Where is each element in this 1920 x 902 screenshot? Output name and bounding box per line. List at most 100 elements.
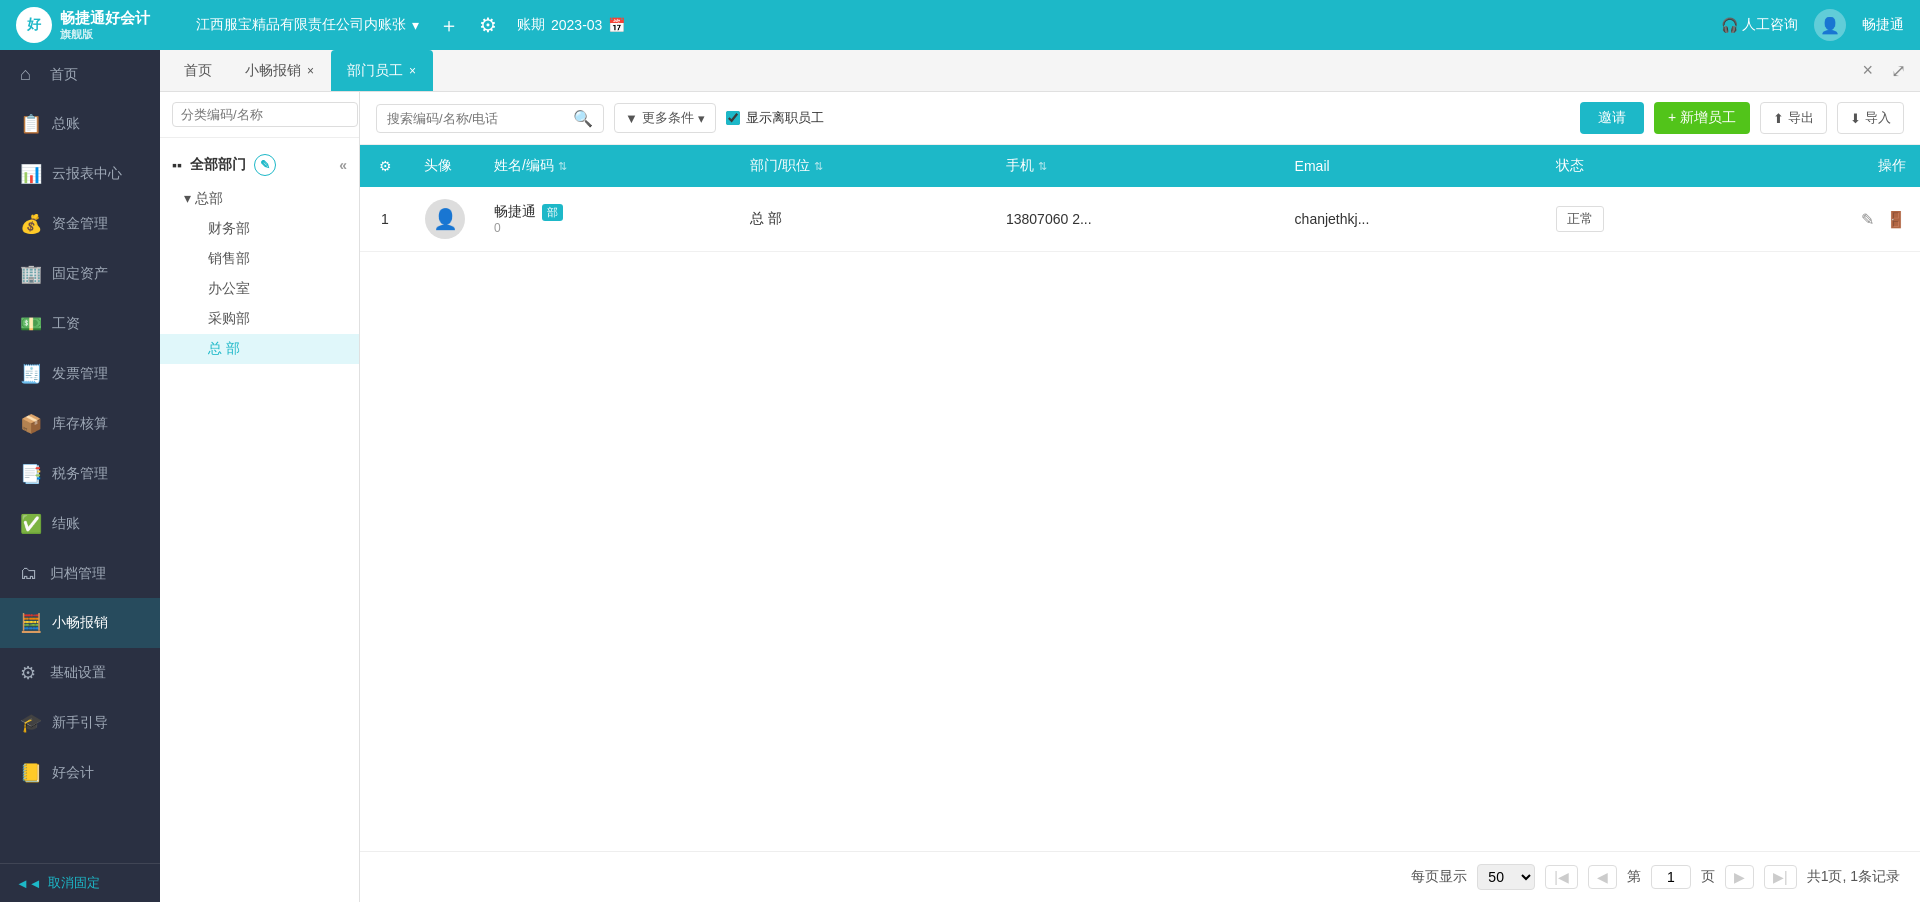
cancel-fixed-button[interactable]: ◄◄ 取消固定 [0,863,160,902]
sidebar-label-asset: 固定资产 [52,265,108,283]
row-phone-cell: 13807060 2... [992,187,1281,252]
tab-expand-window[interactable]: ⤢ [1885,60,1912,82]
sidebar-item-invoice[interactable]: 🧾 发票管理 [0,349,160,399]
company-selector[interactable]: 江西服宝精品有限责任公司内账张 ▾ [196,16,419,34]
add-employee-button[interactable]: + 新增员工 [1654,102,1750,134]
dept-child-purchase[interactable]: 采购部 [160,304,359,334]
edit-dept-icon[interactable]: ✎ [254,154,276,176]
user-name: 畅捷通 [1862,16,1904,34]
tab-home-label: 首页 [184,62,212,80]
tab-dept-label: 部门员工 [347,62,403,80]
sidebar-item-asset[interactable]: 🏢 固定资产 [0,249,160,299]
period-label: 账期 [517,16,545,34]
row-index: 1 [360,187,410,252]
prev-page-button[interactable]: ◀ [1588,865,1617,889]
dept-purchase-label: 采购部 [208,310,250,326]
first-page-button[interactable]: |◀ [1545,865,1578,889]
row-email-cell: chanjethkj... [1281,187,1542,252]
sidebar-label-settings: 基础设置 [50,664,106,682]
page-content: 🔍 ▪▪ 全部部门 ✎ « ▾ 总部 财务部 [160,92,1920,902]
col-dept[interactable]: 部门/职位 ⇅ [736,145,992,187]
sidebar-item-inventory[interactable]: 📦 库存核算 [0,399,160,449]
sidebar-item-fund[interactable]: 💰 资金管理 [0,199,160,249]
sidebar-item-salary[interactable]: 💵 工资 [0,299,160,349]
tab-dept[interactable]: 部门员工 × [331,50,433,91]
dept-child-office[interactable]: 办公室 [160,274,359,304]
sidebar-item-checkout[interactable]: ✅ 结账 [0,499,160,549]
user-avatar[interactable]: 👤 [1814,9,1846,41]
sidebar-item-archive[interactable]: 🗂 归档管理 [0,549,160,598]
status-badge: 正常 [1556,206,1604,232]
page-number-input[interactable] [1651,865,1691,889]
export-label: 导出 [1788,109,1814,127]
sidebar-item-tax[interactable]: 📑 税务管理 [0,449,160,499]
dept-child-sales[interactable]: 销售部 [160,244,359,274]
add-icon[interactable]: ＋ [435,8,463,43]
filter-label: 更多条件 [642,109,694,127]
pin-icon: ◄◄ [16,876,42,891]
calendar-icon[interactable]: 📅 [608,17,625,33]
col-email: Email [1281,145,1542,187]
right-panel: 🔍 ▼ 更多条件 ▾ 显示离职员工 邀请 + 新增员工 [360,92,1920,902]
employee-search-icon[interactable]: 🔍 [573,109,593,128]
export-icon: ⬆ [1773,111,1784,126]
tab-expense-label: 小畅报销 [245,62,301,80]
more-filter-button[interactable]: ▼ 更多条件 ▾ [614,103,716,133]
collapse-button[interactable]: « [339,157,347,173]
tabs-bar: 首页 小畅报销 × 部门员工 × × ⤢ [160,50,1920,92]
employee-search-input[interactable] [387,111,567,126]
sidebar-item-settings[interactable]: ⚙ 基础设置 [0,648,160,698]
dept-child-finance[interactable]: 财务部 [160,214,359,244]
tab-close-window[interactable]: × [1856,60,1879,82]
topbar-actions: ＋ ⚙ [435,8,501,43]
tab-home[interactable]: 首页 [168,50,229,91]
sidebar-item-home[interactable]: ⌂ 首页 [0,50,160,99]
tabs-right-actions: × ⤢ [1856,60,1912,82]
tab-expense[interactable]: 小畅报销 × [229,50,331,91]
row-name-cell: 畅捷通 部 0 [480,187,736,252]
last-page-button[interactable]: ▶| [1764,865,1797,889]
settings-icon[interactable]: ⚙ [475,9,501,41]
total-info: 共1页, 1条记录 [1807,868,1900,886]
employee-email: chanjethkj... [1295,211,1370,227]
dept-search-input[interactable] [172,102,358,127]
dept-child-general[interactable]: 总 部 [160,334,359,364]
pagination: 每页显示 10 20 50 100 |◀ ◀ 第 页 ▶ ▶| 共1页, 1条记… [360,851,1920,902]
service-label: 人工咨询 [1742,16,1798,34]
grid-icon: ▪▪ [172,157,182,173]
sidebar-item-account[interactable]: 📒 好会计 [0,748,160,798]
sidebar-label-ledger: 总账 [52,115,80,133]
row-dept-cell: 总 部 [736,187,992,252]
col-name[interactable]: 姓名/编码 ⇅ [480,145,736,187]
service-button[interactable]: 🎧 人工咨询 [1721,16,1798,34]
row-actions-cell: ✎ 🚪 [1735,187,1920,252]
logo-icon: 好 [16,7,52,43]
delete-icon[interactable]: 🚪 [1886,210,1906,229]
sidebar-item-report[interactable]: 📊 云报表中心 [0,149,160,199]
sidebar-item-ledger[interactable]: 📋 总账 [0,99,160,149]
col-settings: ⚙ [360,145,410,187]
col-phone[interactable]: 手机 ⇅ [992,145,1281,187]
export-button[interactable]: ⬆ 导出 [1760,102,1827,134]
tab-dept-close[interactable]: × [409,64,416,78]
page-of-label: 第 [1627,868,1641,886]
sidebar-item-guide[interactable]: 🎓 新手引导 [0,698,160,748]
dept-parent-general[interactable]: ▾ 总部 [160,184,359,214]
dept-sales-label: 销售部 [208,250,250,266]
employee-code: 0 [494,221,722,235]
show-resigned-checkbox[interactable] [726,111,740,125]
app-name: 畅捷通好会计 [60,9,150,27]
next-page-button[interactable]: ▶ [1725,865,1754,889]
page-size-select[interactable]: 10 20 50 100 [1477,864,1535,890]
col-settings-icon[interactable]: ⚙ [379,158,392,174]
tab-expense-close[interactable]: × [307,64,314,78]
sidebar-item-expense[interactable]: 🧮 小畅报销 [0,598,160,648]
table-row: 1 👤 畅捷通 部 [360,187,1920,252]
all-dept-item[interactable]: ▪▪ 全部部门 ✎ « [160,146,359,184]
edit-icon[interactable]: ✎ [1861,210,1874,229]
show-resigned-label[interactable]: 显示离职员工 [726,109,824,127]
invite-button[interactable]: 邀请 [1580,102,1644,134]
employee-table: ⚙ 头像 姓名/编码 ⇅ 部门/职位 ⇅ 手机 ⇅ [360,145,1920,851]
col-avatar: 头像 [410,145,480,187]
import-button[interactable]: ⬇ 导入 [1837,102,1904,134]
